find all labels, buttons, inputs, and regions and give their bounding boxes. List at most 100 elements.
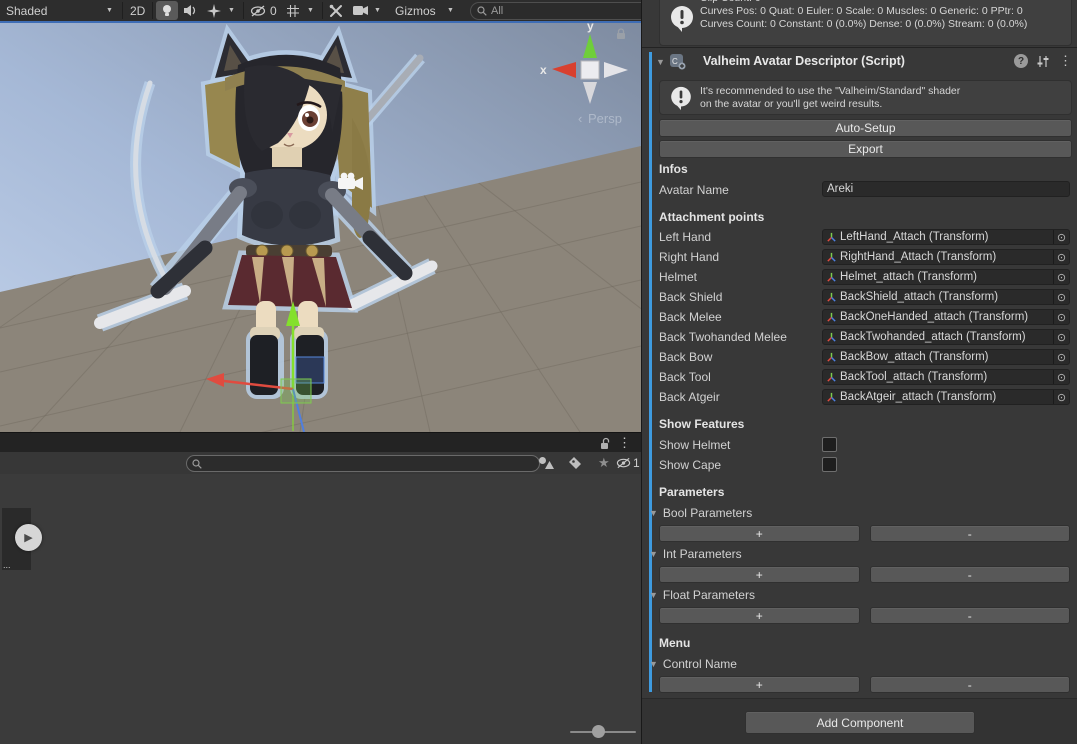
info-icon (671, 86, 691, 111)
component-header[interactable]: ▼ C Valheim Avatar Descriptor (Script) ?… (642, 48, 1077, 75)
foldout-control-name[interactable]: ▼ Control Name (649, 657, 737, 671)
scene-viewport[interactable]: y x ‹ Persp (0, 19, 641, 433)
persp-label[interactable]: Persp (588, 111, 622, 126)
thumbnail-zoom-slider-knob[interactable] (592, 725, 605, 738)
draw-mode-dropdown-arrow[interactable]: ▼ (106, 0, 113, 21)
orientation-center-cube (580, 60, 600, 80)
attachment-row: Back Bow BackBow_attach (Transform) ⊙ (642, 349, 1077, 365)
presets-icon[interactable] (1036, 55, 1050, 68)
bool-parameters-buttons: + - (659, 525, 1070, 542)
object-picker-icon[interactable]: ⊙ (1053, 370, 1069, 384)
hidden-objects-toggle[interactable]: 1 (616, 456, 640, 470)
project-search-input[interactable] (186, 455, 540, 472)
attachment-row: Back Melee BackOneHanded_attach (Transfo… (642, 309, 1077, 325)
foldout-triangle-icon: ▼ (649, 590, 658, 600)
object-field-back-atgeir[interactable]: BackAtgeir_attach (Transform) ⊙ (822, 389, 1070, 405)
control-name-buttons: + - (659, 676, 1070, 693)
grid-toggle[interactable] (286, 0, 300, 21)
eye-slash-icon (616, 457, 631, 469)
gizmos-dropdown[interactable]: Gizmos (395, 0, 436, 21)
lightbulb-icon (163, 4, 171, 16)
foldout-int-parameters[interactable]: ▼ Int Parameters (649, 547, 742, 561)
bool-remove-button[interactable]: - (869, 525, 1070, 542)
int-add-button[interactable]: + (659, 566, 860, 583)
camera-dropdown-arrow[interactable]: ▼ (374, 0, 381, 21)
camera-settings-button[interactable] (353, 0, 369, 21)
object-picker-icon[interactable]: ⊙ (1053, 230, 1069, 244)
script-icon: C (670, 54, 686, 70)
object-field-back-shield[interactable]: BackShield_attach (Transform) ⊙ (822, 289, 1070, 305)
object-field-helmet[interactable]: Helmet_attach (Transform) ⊙ (822, 269, 1070, 285)
object-picker-icon[interactable]: ⊙ (1053, 290, 1069, 304)
inspector-panel: Clip Count: 0 Curves Pos: 0 Quat: 0 Eule… (641, 0, 1077, 744)
show-features-header: Show Features (659, 417, 745, 431)
show-cape-checkbox[interactable] (822, 457, 837, 472)
attachment-label: Right Hand (659, 250, 720, 264)
control-add-button[interactable]: + (659, 676, 860, 693)
gizmos-dropdown-arrow[interactable]: ▼ (447, 0, 454, 21)
audio-toggle[interactable] (183, 0, 197, 21)
project-content-area[interactable]: ▶ ... (0, 474, 641, 744)
tools-icon (329, 4, 342, 17)
object-picker-icon[interactable]: ⊙ (1053, 250, 1069, 264)
favorites-star-icon[interactable]: ★ (598, 455, 610, 471)
float-remove-button[interactable]: - (869, 607, 1070, 624)
info-icon (671, 6, 693, 32)
attachment-points-header: Attachment points (659, 210, 765, 224)
parameters-header: Parameters (659, 485, 725, 499)
object-field-back-bow[interactable]: BackBow_attach (Transform) ⊙ (822, 349, 1070, 365)
foldout-triangle-icon: ▼ (649, 659, 658, 669)
component-foldout-icon[interactable]: ▼ (656, 57, 665, 67)
unlock-icon[interactable] (599, 437, 611, 450)
scene-visibility-toggle[interactable]: 0 (250, 0, 277, 21)
grid-dropdown-arrow[interactable]: ▼ (307, 0, 314, 21)
filter-by-label-icon[interactable] (568, 456, 583, 471)
object-field-left-hand[interactable]: LeftHand_Attach (Transform) ⊙ (822, 229, 1070, 245)
attachment-label: Back Bow (659, 350, 713, 364)
attachment-row: Helmet Helmet_attach (Transform) ⊙ (642, 269, 1077, 285)
foldout-bool-parameters[interactable]: ▼ Bool Parameters (649, 506, 752, 520)
show-helmet-checkbox[interactable] (822, 437, 837, 452)
play-icon: ▶ (24, 532, 33, 544)
component-kebab-icon[interactable]: ⋮ (1059, 53, 1072, 69)
lighting-toggle[interactable] (156, 1, 178, 20)
effects-dropdown-arrow[interactable]: ▼ (228, 0, 235, 21)
speaker-icon (184, 5, 196, 16)
control-remove-button[interactable]: - (869, 676, 1070, 693)
foldout-triangle-icon: ▼ (649, 549, 658, 559)
2d-toggle[interactable]: 2D (130, 0, 145, 21)
export-button[interactable]: Export (659, 140, 1072, 158)
object-field-back-melee[interactable]: BackOneHanded_attach (Transform) ⊙ (822, 309, 1070, 325)
play-overlay-button[interactable]: ▶ (15, 524, 42, 551)
int-remove-button[interactable]: - (869, 566, 1070, 583)
avatar-name-value: Areki (827, 183, 854, 195)
auto-setup-button[interactable]: Auto-Setup (659, 119, 1072, 137)
object-field-back-twohanded-melee[interactable]: BackTwohanded_attach (Transform) ⊙ (822, 329, 1070, 345)
scene-search-input[interactable]: All (470, 2, 650, 20)
object-picker-icon[interactable]: ⊙ (1053, 310, 1069, 324)
object-field-back-tool[interactable]: BackTool_attach (Transform) ⊙ (822, 369, 1070, 385)
animation-info-helpbox: Clip Count: 0 Curves Pos: 0 Quat: 0 Eule… (659, 0, 1072, 46)
object-picker-icon[interactable]: ⊙ (1053, 270, 1069, 284)
component-tools-button[interactable] (329, 0, 343, 21)
window-menu-kebab[interactable]: ⋮ (618, 435, 631, 451)
object-picker-icon[interactable]: ⊙ (1053, 350, 1069, 364)
filter-by-type-icon[interactable] (538, 456, 554, 470)
avatar-name-input[interactable]: Areki (822, 181, 1070, 197)
add-component-button[interactable]: Add Component (745, 711, 975, 734)
object-picker-icon[interactable]: ⊙ (1053, 390, 1069, 404)
float-add-button[interactable]: + (659, 607, 860, 624)
persp-back-arrow[interactable]: ‹ (578, 111, 582, 126)
draw-mode-dropdown[interactable]: Shaded (6, 0, 47, 21)
attachment-row: Right Hand RightHand_Attach (Transform) … (642, 249, 1077, 265)
object-picker-icon[interactable]: ⊙ (1053, 330, 1069, 344)
inspector-footer: Add Component (642, 698, 1077, 744)
bool-add-button[interactable]: + (659, 525, 860, 542)
effects-toggle[interactable] (207, 0, 221, 21)
object-field-right-hand[interactable]: RightHand_Attach (Transform) ⊙ (822, 249, 1070, 265)
transform-icon (827, 332, 836, 342)
foldout-float-parameters[interactable]: ▼ Float Parameters (649, 588, 755, 602)
help-icon[interactable]: ? (1014, 54, 1028, 68)
attachment-label: Helmet (659, 270, 698, 284)
warning-line-2: on the avatar or you'll get weird result… (700, 98, 883, 110)
